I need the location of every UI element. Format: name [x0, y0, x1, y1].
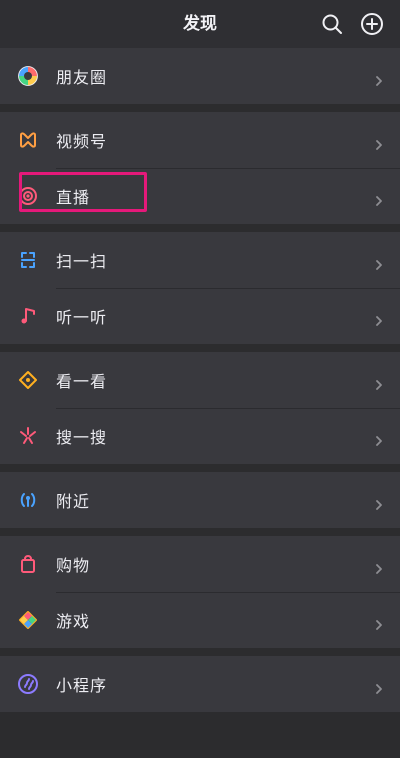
search-sparkle-icon — [16, 424, 40, 448]
chevron-right-icon — [374, 495, 384, 510]
chevron-right-icon — [374, 431, 384, 446]
group-mini-programs: 小程序 — [0, 656, 400, 712]
group-scan-listen: 扫一扫 听一听 — [0, 232, 400, 344]
nearby-icon — [16, 488, 40, 512]
top-stories-item[interactable]: 看一看 — [0, 352, 400, 408]
moments-item[interactable]: 朋友圈 — [0, 48, 400, 104]
top-stories-icon — [16, 368, 40, 392]
channels-icon — [16, 128, 40, 152]
chevron-right-icon — [374, 71, 384, 86]
chevron-right-icon — [374, 191, 384, 206]
moments-label: 朋友圈 — [56, 68, 108, 87]
shopping-bag-icon — [16, 552, 40, 576]
games-icon — [16, 608, 40, 632]
games-label: 游戏 — [56, 612, 91, 631]
group-moments: 朋友圈 — [0, 48, 400, 104]
scan-icon — [16, 248, 40, 272]
search-label: 搜一搜 — [56, 428, 108, 447]
channels-item[interactable]: 视频号 — [0, 112, 400, 168]
search-icon[interactable] — [320, 12, 344, 36]
group-shopping-games: 购物 游戏 — [0, 536, 400, 648]
chevron-right-icon — [374, 679, 384, 694]
moments-icon — [16, 64, 40, 88]
listen-label: 听一听 — [56, 308, 108, 327]
search-item[interactable]: 搜一搜 — [0, 408, 400, 464]
add-icon[interactable] — [360, 12, 384, 36]
mini-programs-item[interactable]: 小程序 — [0, 656, 400, 712]
channels-label: 视频号 — [56, 132, 108, 151]
chevron-right-icon — [374, 135, 384, 150]
top-stories-label: 看一看 — [56, 372, 108, 391]
group-nearby: 附近 — [0, 472, 400, 528]
nearby-item[interactable]: 附近 — [0, 472, 400, 528]
nearby-label: 附近 — [56, 492, 91, 511]
shopping-label: 购物 — [56, 556, 91, 575]
bottom-space — [0, 715, 400, 758]
chevron-right-icon — [374, 255, 384, 270]
scan-item[interactable]: 扫一扫 — [0, 232, 400, 288]
music-note-icon — [16, 304, 40, 328]
highlight-box — [19, 172, 147, 212]
mini-programs-label: 小程序 — [56, 676, 108, 695]
chevron-right-icon — [374, 311, 384, 326]
games-item[interactable]: 游戏 — [0, 592, 400, 648]
group-topstories-search: 看一看 搜一搜 — [0, 352, 400, 464]
discover-list: 朋友圈 视频号 直播 扫一扫 听一听 看一看 搜一搜 附近 购物 游戏 小程序 — [0, 48, 400, 720]
top-bar: 发现 — [0, 0, 400, 48]
mini-programs-icon — [16, 672, 40, 696]
chevron-right-icon — [374, 559, 384, 574]
listen-item[interactable]: 听一听 — [0, 288, 400, 344]
shopping-item[interactable]: 购物 — [0, 536, 400, 592]
chevron-right-icon — [374, 375, 384, 390]
chevron-right-icon — [374, 615, 384, 630]
scan-label: 扫一扫 — [56, 252, 108, 271]
